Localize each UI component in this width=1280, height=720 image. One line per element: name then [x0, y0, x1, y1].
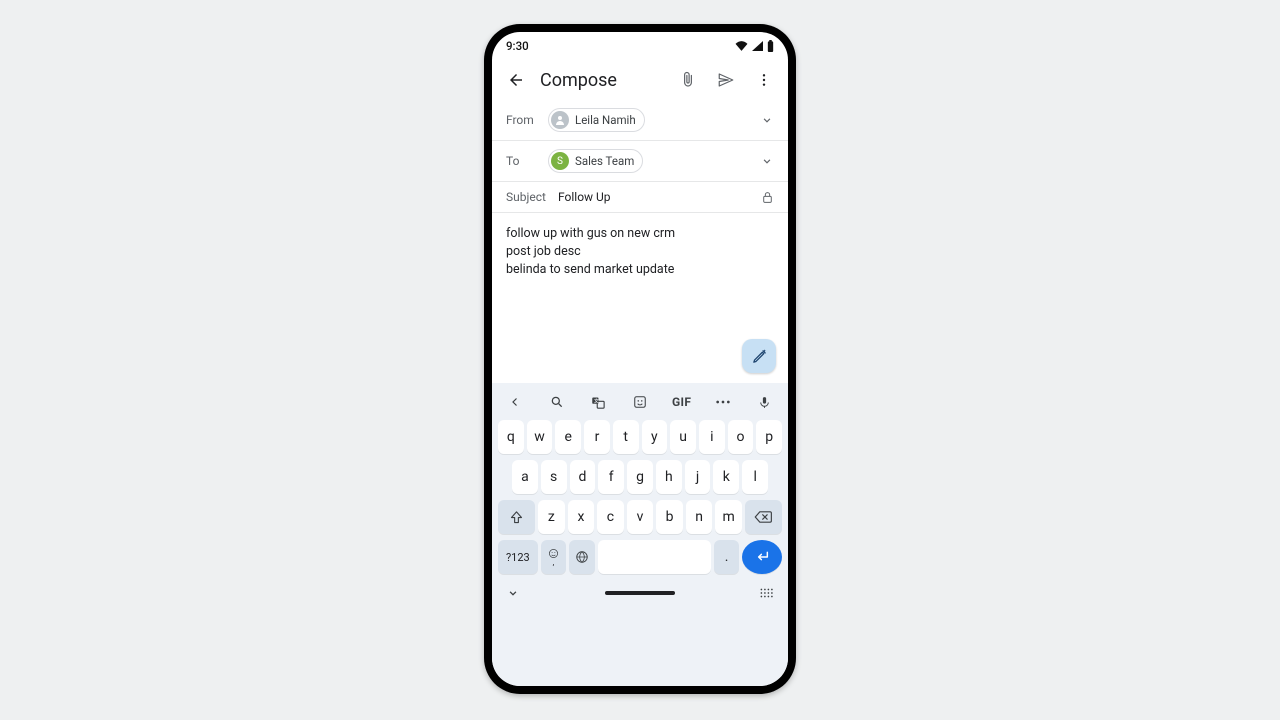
key-space[interactable]: [598, 540, 711, 574]
kbd-back-icon[interactable]: [502, 389, 528, 415]
to-row[interactable]: To S Sales Team: [492, 141, 788, 182]
key-r[interactable]: r: [584, 420, 610, 454]
key-b[interactable]: b: [656, 500, 683, 534]
battery-icon: [767, 40, 774, 52]
attachment-icon[interactable]: [674, 66, 702, 94]
more-icon[interactable]: [750, 66, 778, 94]
page-title: Compose: [540, 70, 617, 91]
kbd-search-icon[interactable]: [544, 389, 570, 415]
app-bar: Compose: [492, 60, 788, 100]
key-shift[interactable]: [498, 500, 535, 534]
keyboard-row-4: ?123 , .: [498, 540, 782, 574]
kbd-translate-icon[interactable]: 文: [585, 389, 611, 415]
to-chip[interactable]: S Sales Team: [548, 149, 643, 173]
svg-text:文: 文: [594, 397, 599, 404]
send-icon[interactable]: [712, 66, 740, 94]
key-k[interactable]: k: [713, 460, 739, 494]
kbd-mic-icon[interactable]: [752, 389, 778, 415]
key-symbols[interactable]: ?123: [498, 540, 538, 574]
key-e[interactable]: e: [555, 420, 581, 454]
key-c[interactable]: c: [597, 500, 624, 534]
key-s[interactable]: s: [541, 460, 567, 494]
from-label: From: [506, 113, 548, 127]
compose-body[interactable]: follow up with gus on new crm post job d…: [492, 213, 788, 383]
key-l[interactable]: l: [742, 460, 768, 494]
key-f[interactable]: f: [598, 460, 624, 494]
key-o[interactable]: o: [728, 420, 754, 454]
ai-write-fab[interactable]: [742, 339, 776, 373]
key-m[interactable]: m: [715, 500, 742, 534]
key-q[interactable]: q: [498, 420, 524, 454]
chevron-down-icon[interactable]: [760, 154, 774, 168]
signal-icon: [752, 41, 763, 51]
keyboard-row-3: z x c v b n m: [498, 500, 782, 534]
kbd-sticker-icon[interactable]: [627, 389, 653, 415]
key-z[interactable]: z: [538, 500, 565, 534]
key-y[interactable]: y: [642, 420, 668, 454]
subject-value: Follow Up: [558, 190, 611, 204]
home-indicator[interactable]: [605, 591, 675, 595]
chevron-down-icon[interactable]: [760, 113, 774, 127]
from-name: Leila Namih: [575, 113, 636, 127]
key-emoji[interactable]: ,: [541, 540, 566, 574]
subject-label: Subject: [506, 190, 558, 204]
keyboard-row-1: q w e r t y u i o p: [498, 420, 782, 454]
from-avatar: [551, 111, 569, 129]
back-icon[interactable]: [502, 66, 530, 94]
body-line: belinda to send market update: [506, 261, 774, 279]
keyboard-toolbar: 文 GIF: [496, 387, 784, 417]
key-p[interactable]: p: [756, 420, 782, 454]
body-line: post job desc: [506, 243, 774, 261]
key-u[interactable]: u: [670, 420, 696, 454]
key-w[interactable]: w: [527, 420, 553, 454]
key-backspace[interactable]: [745, 500, 782, 534]
key-h[interactable]: h: [656, 460, 682, 494]
subject-row[interactable]: Subject Follow Up: [492, 182, 788, 213]
key-g[interactable]: g: [627, 460, 653, 494]
to-avatar: S: [551, 152, 569, 170]
to-label: To: [506, 154, 548, 168]
to-name: Sales Team: [575, 154, 634, 168]
key-n[interactable]: n: [686, 500, 713, 534]
kbd-gif-button[interactable]: GIF: [669, 389, 695, 415]
from-row[interactable]: From Leila Namih: [492, 100, 788, 141]
key-enter[interactable]: [742, 540, 782, 574]
phone-frame: 9:30 Compose: [484, 24, 796, 694]
keyboard-nav: [496, 577, 784, 609]
key-d[interactable]: d: [570, 460, 596, 494]
keyboard: 文 GIF q w e r t y u i o p: [492, 383, 788, 686]
kbd-more-icon[interactable]: [710, 389, 736, 415]
key-v[interactable]: v: [627, 500, 654, 534]
key-period[interactable]: .: [714, 540, 739, 574]
kbd-collapse-icon[interactable]: [506, 586, 520, 600]
key-t[interactable]: t: [613, 420, 639, 454]
status-bar: 9:30: [492, 32, 788, 60]
body-line: follow up with gus on new crm: [506, 225, 774, 243]
lock-icon[interactable]: [761, 191, 774, 204]
keyboard-row-2: a s d f g h j k l: [498, 460, 782, 494]
key-language[interactable]: [569, 540, 594, 574]
status-time: 9:30: [506, 39, 529, 53]
key-x[interactable]: x: [568, 500, 595, 534]
kbd-grid-icon[interactable]: [760, 588, 774, 598]
key-j[interactable]: j: [685, 460, 711, 494]
wifi-icon: [735, 41, 748, 51]
key-i[interactable]: i: [699, 420, 725, 454]
from-chip[interactable]: Leila Namih: [548, 108, 645, 132]
key-a[interactable]: a: [512, 460, 538, 494]
